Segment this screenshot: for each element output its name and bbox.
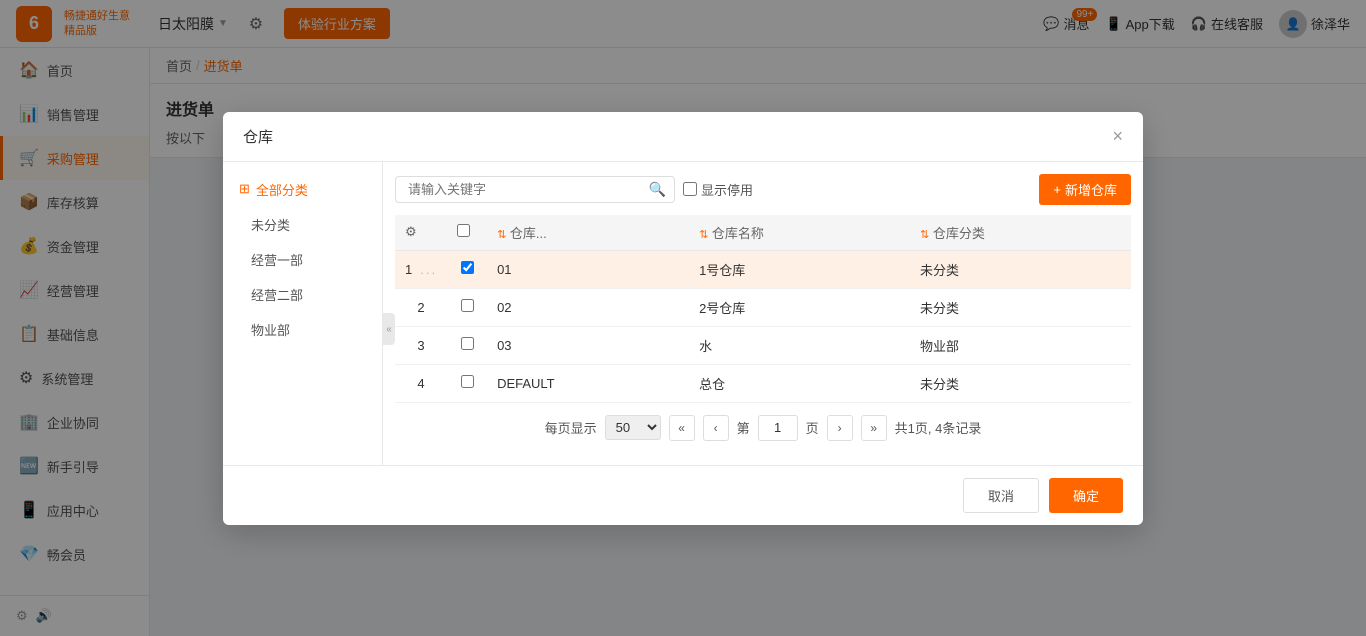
prev-page-button[interactable]: ‹ (703, 415, 729, 441)
search-box: 🔍 (395, 176, 675, 203)
row-no: 1... (395, 250, 447, 288)
th-category: ⇅ 仓库分类 (910, 215, 1131, 251)
row-no: 4 (395, 364, 447, 402)
search-input[interactable] (404, 177, 649, 202)
warehouse-table-body: 1... 01 1号仓库 未分类 2 02 2号仓库 未分类 3 03 水 物业… (395, 250, 1131, 402)
row-code: 03 (487, 326, 689, 364)
th-checkbox (447, 215, 487, 251)
modal-header: 仓库 × (223, 112, 1143, 162)
category-item-property[interactable]: 物业部 (223, 312, 382, 347)
gear-icon: ⚙ (405, 224, 417, 239)
table-row[interactable]: 2 02 2号仓库 未分类 (395, 288, 1131, 326)
search-toolbar: 🔍 显示停用 + 新增仓库 (395, 174, 1131, 205)
row-code: 02 (487, 288, 689, 326)
row-name: 2号仓库 (689, 288, 910, 326)
row-actions[interactable]: ... (420, 262, 437, 277)
th-name: ⇅ 仓库名称 (689, 215, 910, 251)
row-checkbox[interactable] (461, 299, 474, 312)
row-code: DEFAULT (487, 364, 689, 402)
cancel-button[interactable]: 取消 (963, 478, 1039, 513)
category-item-uncat[interactable]: 未分类 (223, 207, 382, 242)
first-page-button[interactable]: « (669, 415, 695, 441)
row-category: 未分类 (910, 364, 1131, 402)
collapse-panel-button[interactable]: « (383, 313, 395, 345)
row-checkbox-cell (447, 250, 487, 288)
add-warehouse-button[interactable]: + 新增仓库 (1039, 174, 1131, 205)
category-item-ops2[interactable]: 经营二部 (223, 277, 382, 312)
table-row[interactable]: 3 03 水 物业部 (395, 326, 1131, 364)
row-checkbox[interactable] (461, 261, 474, 274)
row-checkbox-cell (447, 326, 487, 364)
row-checkbox-cell (447, 364, 487, 402)
category-item-ops1[interactable]: 经营一部 (223, 242, 382, 277)
table-row[interactable]: 4 DEFAULT 总仓 未分类 (395, 364, 1131, 402)
th-gear: ⚙ (395, 215, 447, 251)
per-page-select[interactable]: 50 10 20 100 (605, 415, 661, 440)
show-disabled-label[interactable]: 显示停用 (683, 180, 753, 199)
modal-footer: 取消 确定 (223, 465, 1143, 525)
all-categories-item[interactable]: ⊞ 全部分类 (223, 172, 382, 207)
row-name: 1号仓库 (689, 250, 910, 288)
page-number-input[interactable] (758, 415, 798, 441)
table-row[interactable]: 1... 01 1号仓库 未分类 (395, 250, 1131, 288)
confirm-button[interactable]: 确定 (1049, 478, 1123, 513)
row-category: 未分类 (910, 288, 1131, 326)
row-name: 总仓 (689, 364, 910, 402)
category-panel-wrap: ⊞ 全部分类 未分类 经营一部 经营二部 物业部 « (223, 162, 383, 465)
pagination: 每页显示 50 10 20 100 « ‹ 第 页 › » 共1页, 4条记录 (395, 403, 1131, 453)
row-checkbox[interactable] (461, 337, 474, 350)
last-page-button[interactable]: » (861, 415, 887, 441)
th-code: ⇅ 仓库... (487, 215, 689, 251)
select-all-checkbox[interactable] (457, 224, 470, 237)
category-panel: ⊞ 全部分类 未分类 经营一部 经营二部 物业部 (223, 162, 383, 465)
next-page-button[interactable]: › (827, 415, 853, 441)
warehouse-modal: 仓库 × ⊞ 全部分类 未分类 经营一部 经营二部 物业部 « (223, 112, 1143, 525)
modal-overlay[interactable]: 仓库 × ⊞ 全部分类 未分类 经营一部 经营二部 物业部 « (0, 0, 1366, 636)
modal-body: ⊞ 全部分类 未分类 经营一部 经营二部 物业部 « (223, 162, 1143, 465)
show-disabled-checkbox[interactable] (683, 182, 697, 196)
search-icon: 🔍 (649, 181, 666, 198)
plus-icon: + (1053, 182, 1061, 197)
row-checkbox[interactable] (461, 375, 474, 388)
row-no: 3 (395, 326, 447, 364)
row-category: 物业部 (910, 326, 1131, 364)
warehouse-table: ⚙ ⇅ 仓库... ⇅ 仓库名称 (395, 215, 1131, 403)
table-panel: 🔍 显示停用 + 新增仓库 (383, 162, 1143, 465)
row-no: 2 (395, 288, 447, 326)
row-checkbox-cell (447, 288, 487, 326)
modal-title: 仓库 (243, 126, 273, 147)
row-name: 水 (689, 326, 910, 364)
table-header: ⚙ ⇅ 仓库... ⇅ 仓库名称 (395, 215, 1131, 251)
row-code: 01 (487, 250, 689, 288)
grid-icon: ⊞ (239, 181, 250, 197)
row-category: 未分类 (910, 250, 1131, 288)
modal-close-button[interactable]: × (1112, 127, 1123, 145)
